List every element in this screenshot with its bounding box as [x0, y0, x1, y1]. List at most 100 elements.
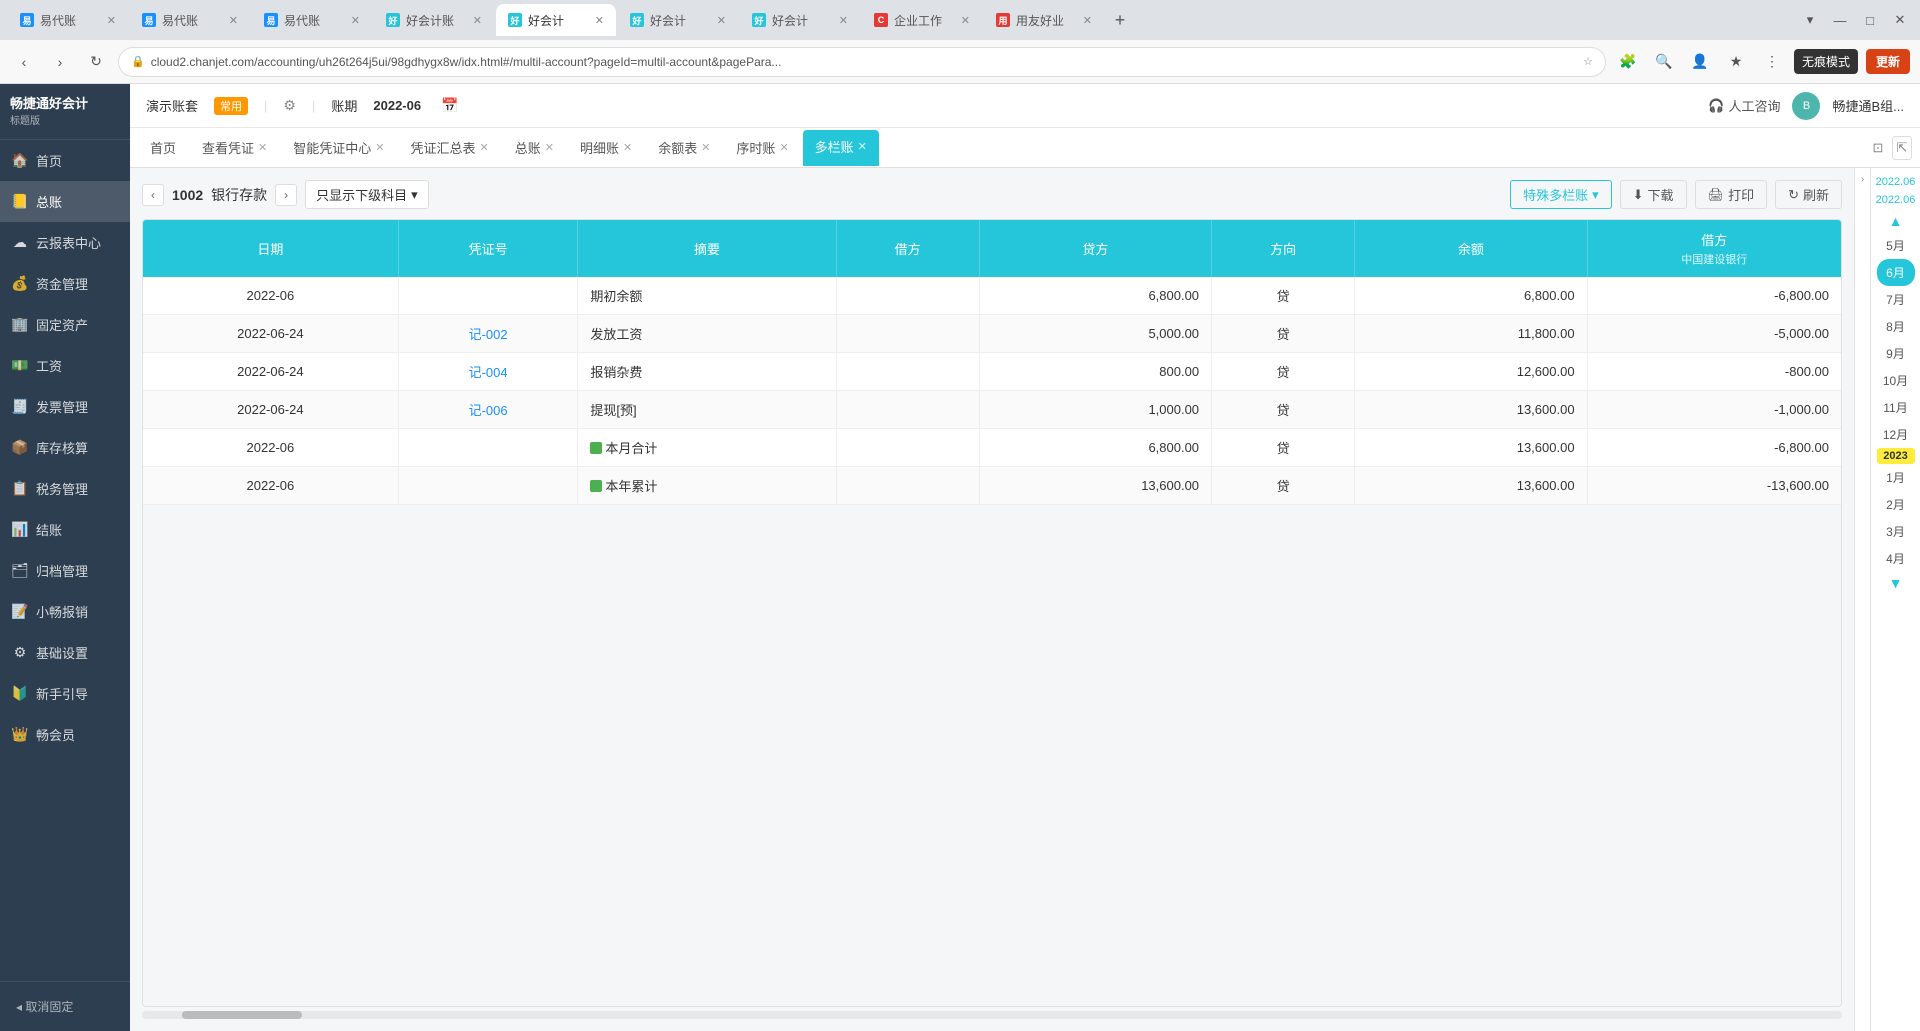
month-item[interactable]: 7月	[1877, 286, 1915, 313]
sidebar-item-settings[interactable]: ⚙ 基础设置	[0, 632, 130, 673]
tab-smart[interactable]: 智能凭证中心 ✕	[281, 130, 396, 166]
tab-1-close[interactable]: ✕	[107, 14, 116, 27]
tab-3-close[interactable]: ✕	[351, 14, 360, 27]
sidebar-item-guide[interactable]: 🔰 新手引导	[0, 673, 130, 714]
month-item[interactable]: 12月	[1877, 421, 1915, 448]
tab-general[interactable]: 总账 ✕	[503, 130, 566, 166]
tab-6-close[interactable]: ✕	[717, 14, 726, 27]
tab-voucher[interactable]: 查看凭证 ✕	[190, 130, 279, 166]
month-nav-up-button[interactable]: ▲	[1882, 210, 1910, 232]
tab-home[interactable]: 首页	[138, 130, 188, 166]
sidebar-item-tax[interactable]: 📋 税务管理	[0, 468, 130, 509]
month-item[interactable]: 9月	[1877, 340, 1915, 367]
tab-general-close[interactable]: ✕	[545, 141, 554, 154]
browser-tab-5[interactable]: 好 好会计 ✕	[496, 4, 616, 36]
profile-button[interactable]: 👤	[1686, 48, 1714, 76]
month-item[interactable]: 4月	[1877, 545, 1915, 572]
tab-balance[interactable]: 余额表 ✕	[646, 130, 722, 166]
browser-tab-8[interactable]: C 企业工作 ✕	[862, 4, 982, 36]
settings-button[interactable]: ⋮	[1758, 48, 1786, 76]
tab-5-close[interactable]: ✕	[595, 14, 604, 27]
tab-8-close[interactable]: ✕	[961, 14, 970, 27]
month-item[interactable]: 5月	[1877, 232, 1915, 259]
search-button[interactable]: 🔍	[1650, 48, 1678, 76]
update-button[interactable]: 更新	[1866, 49, 1910, 74]
account-tag[interactable]: 常用	[214, 97, 248, 115]
refresh-nav-button[interactable]: ↻	[82, 48, 110, 76]
tab-detail[interactable]: 明细账 ✕	[568, 130, 644, 166]
extensions-button[interactable]: 🧩	[1614, 48, 1642, 76]
tab-9-close[interactable]: ✕	[1083, 14, 1092, 27]
sidebar-item-invoice[interactable]: 🧾 发票管理	[0, 386, 130, 427]
tab-list-button[interactable]: ▾	[1798, 8, 1822, 32]
tab-multi[interactable]: 多栏账 ✕	[803, 130, 879, 166]
sidebar-item-payroll[interactable]: 💵 工资	[0, 345, 130, 386]
table-cell[interactable]: 记-004	[398, 353, 578, 391]
print-button[interactable]: 🖨 打印	[1695, 180, 1768, 209]
tab-smart-close[interactable]: ✕	[375, 141, 384, 154]
tab-4-close[interactable]: ✕	[473, 14, 482, 27]
maximize-button[interactable]: □	[1858, 8, 1882, 32]
tab-sequence[interactable]: 序时账 ✕	[724, 130, 800, 166]
tab-detail-close[interactable]: ✕	[623, 141, 632, 154]
month-item[interactable]: 3月	[1877, 518, 1915, 545]
tab-2-close[interactable]: ✕	[229, 14, 238, 27]
sidebar-item-fund[interactable]: 💰 资金管理	[0, 263, 130, 304]
sidebar-item-member[interactable]: 👑 畅会员	[0, 714, 130, 755]
address-field[interactable]: 🔒 cloud2.chanjet.com/accounting/uh26t264…	[118, 47, 1606, 77]
sidebar-item-ledger[interactable]: 📒 总账	[0, 181, 130, 222]
scroll-thumb[interactable]	[182, 1011, 302, 1019]
tab-panel-expand[interactable]: ⇱	[1892, 136, 1912, 160]
special-col-button[interactable]: 特殊多栏账 ▾	[1510, 180, 1612, 209]
sidebar-item-home[interactable]: 🏠 首页	[0, 140, 130, 181]
forward-button[interactable]: ›	[46, 48, 74, 76]
tab-summary-close[interactable]: ✕	[480, 141, 489, 154]
tab-bar-collapse[interactable]: ⊡	[1866, 136, 1890, 160]
browser-tab-3[interactable]: 易 易代账 ✕	[252, 4, 372, 36]
sidebar-item-cloud[interactable]: ☁ 云报表中心	[0, 222, 130, 263]
tab-sequence-close[interactable]: ✕	[779, 141, 788, 154]
tab-voucher-close[interactable]: ✕	[258, 141, 267, 154]
filter-button[interactable]: 只显示下级科目 ▾	[305, 180, 429, 209]
panel-collapse-button[interactable]: ›	[1854, 168, 1870, 1031]
tab-7-close[interactable]: ✕	[839, 14, 848, 27]
sidebar-item-expense[interactable]: 📝 小畅报销	[0, 591, 130, 632]
calendar-icon[interactable]: 📅	[441, 97, 458, 114]
browser-tab-6[interactable]: 好 好会计 ✕	[618, 4, 738, 36]
star-icon[interactable]: ☆	[1583, 55, 1593, 68]
sidebar-item-assets[interactable]: 🏢 固定资产	[0, 304, 130, 345]
browser-tab-4[interactable]: 好 好会计账 ✕	[374, 4, 494, 36]
sidebar-item-archive[interactable]: 🗂 归档管理	[0, 550, 130, 591]
month-item[interactable]: 2023	[1877, 448, 1915, 464]
sidebar-item-close[interactable]: 📊 结账	[0, 509, 130, 550]
minimize-button[interactable]: —	[1828, 8, 1852, 32]
settings-icon[interactable]: ⚙	[283, 97, 296, 114]
month-item[interactable]: 8月	[1877, 313, 1915, 340]
month-item[interactable]: 6月	[1877, 259, 1915, 286]
horizontal-scrollbar[interactable]	[142, 1011, 1842, 1019]
close-window-button[interactable]: ✕	[1888, 8, 1912, 32]
browser-tab-2[interactable]: 易 易代账 ✕	[130, 4, 250, 36]
month-item[interactable]: 10月	[1877, 367, 1915, 394]
sidebar-item-inventory[interactable]: 📦 库存核算	[0, 427, 130, 468]
tab-multi-close[interactable]: ✕	[858, 140, 867, 153]
incognito-button[interactable]: 无痕模式	[1794, 49, 1858, 74]
month-nav-down-button[interactable]: ▼	[1882, 572, 1910, 594]
download-button[interactable]: ⬇ 下载	[1620, 180, 1687, 209]
prev-account-button[interactable]: ‹	[142, 184, 164, 206]
browser-tab-7[interactable]: 好 好会计 ✕	[740, 4, 860, 36]
bookmark-button[interactable]: ★	[1722, 48, 1750, 76]
month-item[interactable]: 1月	[1877, 464, 1915, 491]
browser-tab-1[interactable]: 易 易代账 ✕	[8, 4, 128, 36]
tab-balance-close[interactable]: ✕	[701, 141, 710, 154]
table-cell[interactable]: 记-002	[398, 315, 578, 353]
next-account-button[interactable]: ›	[275, 184, 297, 206]
consult-button[interactable]: 🎧 人工咨询	[1708, 96, 1780, 115]
refresh-button[interactable]: ↻ 刷新	[1775, 180, 1842, 209]
month-item[interactable]: 2月	[1877, 491, 1915, 518]
tab-summary[interactable]: 凭证汇总表 ✕	[398, 130, 500, 166]
table-cell[interactable]: 记-006	[398, 391, 578, 429]
back-button[interactable]: ‹	[10, 48, 38, 76]
voucher-link[interactable]: 记-006	[469, 403, 508, 418]
browser-tab-9[interactable]: 用 用友好业 ✕	[984, 4, 1104, 36]
